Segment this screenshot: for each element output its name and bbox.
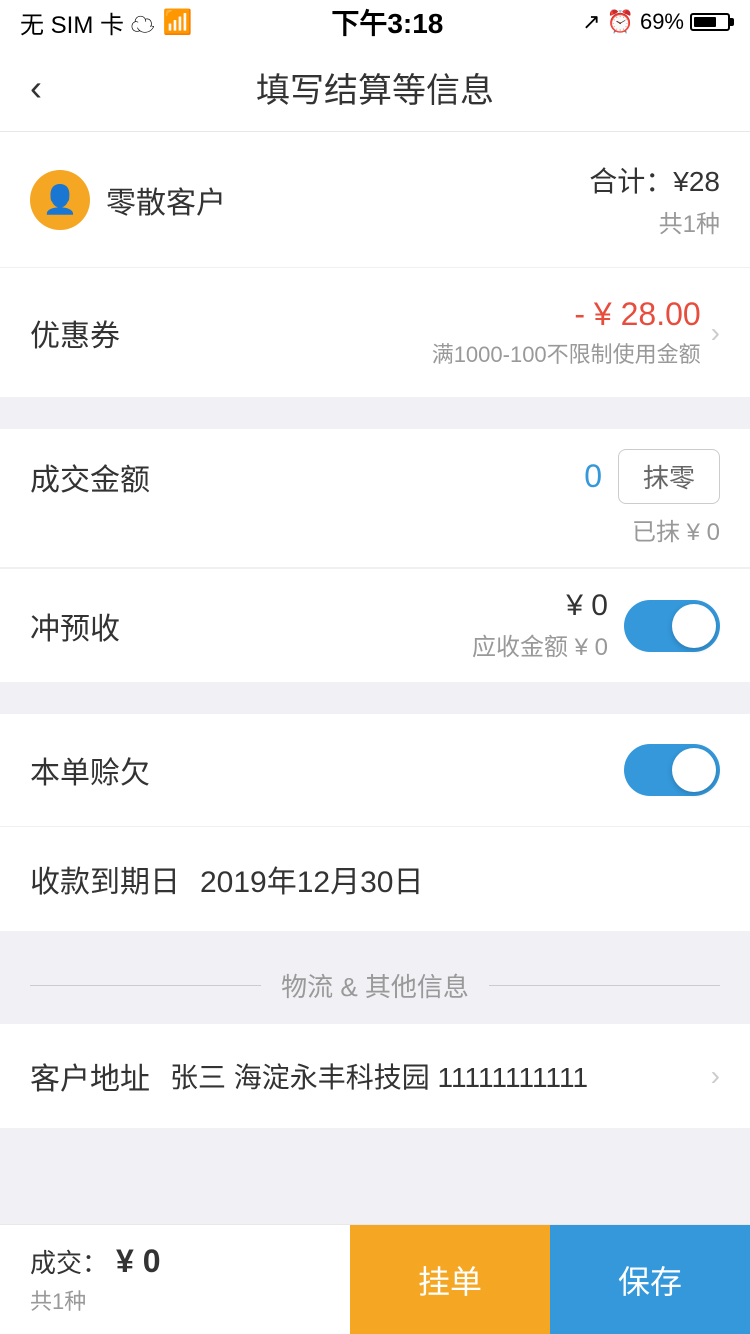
coupon-chevron-icon: › (711, 317, 720, 349)
deal-amount-right: 0 抹零 (584, 449, 720, 504)
avatar-icon: 👤 (43, 183, 78, 216)
customer-total: 合计：¥28 (589, 160, 720, 200)
deal-amount-row: 成交金额 0 抹零 已抹 ¥ 0 (0, 429, 750, 568)
debit-label: 本单赊欠 (30, 748, 150, 792)
battery-percent: 69% (640, 9, 684, 35)
customer-right: 合计：¥28 共1种 (589, 160, 720, 239)
coupon-row[interactable]: 优惠券 - ¥ 28.00 满1000-100不限制使用金额 › (0, 267, 750, 397)
logistics-line-left (30, 985, 261, 986)
customer-left: 👤 零散客户 (30, 170, 226, 230)
prepay-toggle-knob (672, 604, 716, 648)
bottom-info: 成交： ¥ 0 共1种 (0, 1243, 350, 1316)
save-button[interactable]: 保存 (550, 1225, 750, 1334)
round-zero-button[interactable]: 抹零 (618, 449, 720, 504)
address-value: 张三 海淀永丰科技园 11111111111 (170, 1056, 711, 1096)
customer-name: 零散客户 (106, 178, 226, 222)
logistics-label: 物流 & 其他信息 (281, 967, 469, 1004)
customer-count: 共1种 (589, 204, 720, 239)
deal-top-line: 成交金额 0 抹零 (30, 449, 720, 504)
address-label: 客户地址 (30, 1054, 150, 1098)
prepay-values: ¥ 0 应收金额 ¥ 0 (472, 589, 608, 662)
logistics-header: 物流 & 其他信息 (0, 947, 750, 1024)
customer-section: 👤 零散客户 合计：¥28 共1种 优惠券 - ¥ 28.00 满1000-10… (0, 132, 750, 397)
location-icon: ↗ (582, 9, 600, 35)
section-divider-1 (0, 413, 750, 429)
coupon-amount: - ¥ 28.00 (432, 296, 701, 333)
address-row[interactable]: 客户地址 张三 海淀永丰科技园 11111111111 › (0, 1024, 750, 1128)
content: 👤 零散客户 合计：¥28 共1种 优惠券 - ¥ 28.00 满1000-10… (0, 132, 750, 1264)
sim-label: 无 SIM 卡 ☁ (20, 5, 155, 40)
customer-row[interactable]: 👤 零散客户 合计：¥28 共1种 (0, 132, 750, 267)
bottom-bar: 成交： ¥ 0 共1种 挂单 保存 (0, 1224, 750, 1334)
prepay-top: 冲预收 ¥ 0 应收金额 ¥ 0 (30, 589, 720, 662)
wifi-icon: 📶 (163, 8, 193, 37)
coupon-label: 优惠券 (30, 311, 120, 355)
page-title: 填写结算等信息 (256, 63, 494, 112)
customer-avatar: 👤 (30, 170, 90, 230)
battery-fill (694, 17, 716, 27)
prepay-label: 冲预收 (30, 604, 120, 648)
prepay-row: 冲预收 ¥ 0 应收金额 ¥ 0 (0, 568, 750, 682)
bottom-deal-label: 成交： (30, 1243, 108, 1280)
prepay-toggle[interactable] (624, 600, 720, 652)
deal-amount-label: 成交金额 (30, 455, 150, 499)
status-bar: 无 SIM 卡 ☁ 📶 下午3:18 ↗ ⏰ 69% (0, 0, 750, 44)
deal-section: 成交金额 0 抹零 已抹 ¥ 0 冲预收 ¥ 0 应收金额 ¥ 0 (0, 429, 750, 682)
prepay-right: ¥ 0 应收金额 ¥ 0 (472, 589, 720, 662)
deal-sub: 已抹 ¥ 0 (30, 512, 720, 547)
section-divider-2 (0, 698, 750, 714)
due-date-label: 收款到期日 (30, 857, 180, 901)
status-time: 下午3:18 (331, 2, 443, 42)
coupon-desc: 满1000-100不限制使用金额 (432, 337, 701, 369)
debit-section: 本单赊欠 收款到期日 2019年12月30日 (0, 714, 750, 931)
bottom-deal-row: 成交： ¥ 0 (30, 1243, 320, 1280)
debit-toggle[interactable] (624, 744, 720, 796)
coupon-info: - ¥ 28.00 满1000-100不限制使用金额 (432, 296, 701, 369)
due-date-row[interactable]: 收款到期日 2019年12月30日 (0, 826, 750, 931)
due-date-value: 2019年12月30日 (200, 857, 423, 901)
coupon-right: - ¥ 28.00 满1000-100不限制使用金额 › (432, 296, 720, 369)
prepay-sub: 应收金额 ¥ 0 (472, 627, 608, 662)
logistics-line-right (489, 985, 720, 986)
suspend-button[interactable]: 挂单 (350, 1225, 550, 1334)
deal-amount-value[interactable]: 0 (584, 458, 602, 495)
debit-toggle-knob (672, 748, 716, 792)
nav-bar: ‹ 填写结算等信息 (0, 44, 750, 132)
bottom-deal-amount: ¥ 0 (116, 1243, 160, 1280)
debit-row: 本单赊欠 (0, 714, 750, 826)
prepay-main: ¥ 0 (472, 589, 608, 623)
bottom-count: 共1种 (30, 1284, 320, 1316)
battery-icon (690, 13, 730, 31)
status-right: ↗ ⏰ 69% (582, 9, 730, 35)
address-section: 客户地址 张三 海淀永丰科技园 11111111111 › (0, 1024, 750, 1128)
back-button[interactable]: ‹ (30, 67, 42, 109)
battery-body (690, 13, 730, 31)
address-chevron-icon: › (711, 1060, 720, 1092)
alarm-icon: ⏰ (607, 9, 634, 35)
status-left: 无 SIM 卡 ☁ 📶 (20, 5, 193, 40)
